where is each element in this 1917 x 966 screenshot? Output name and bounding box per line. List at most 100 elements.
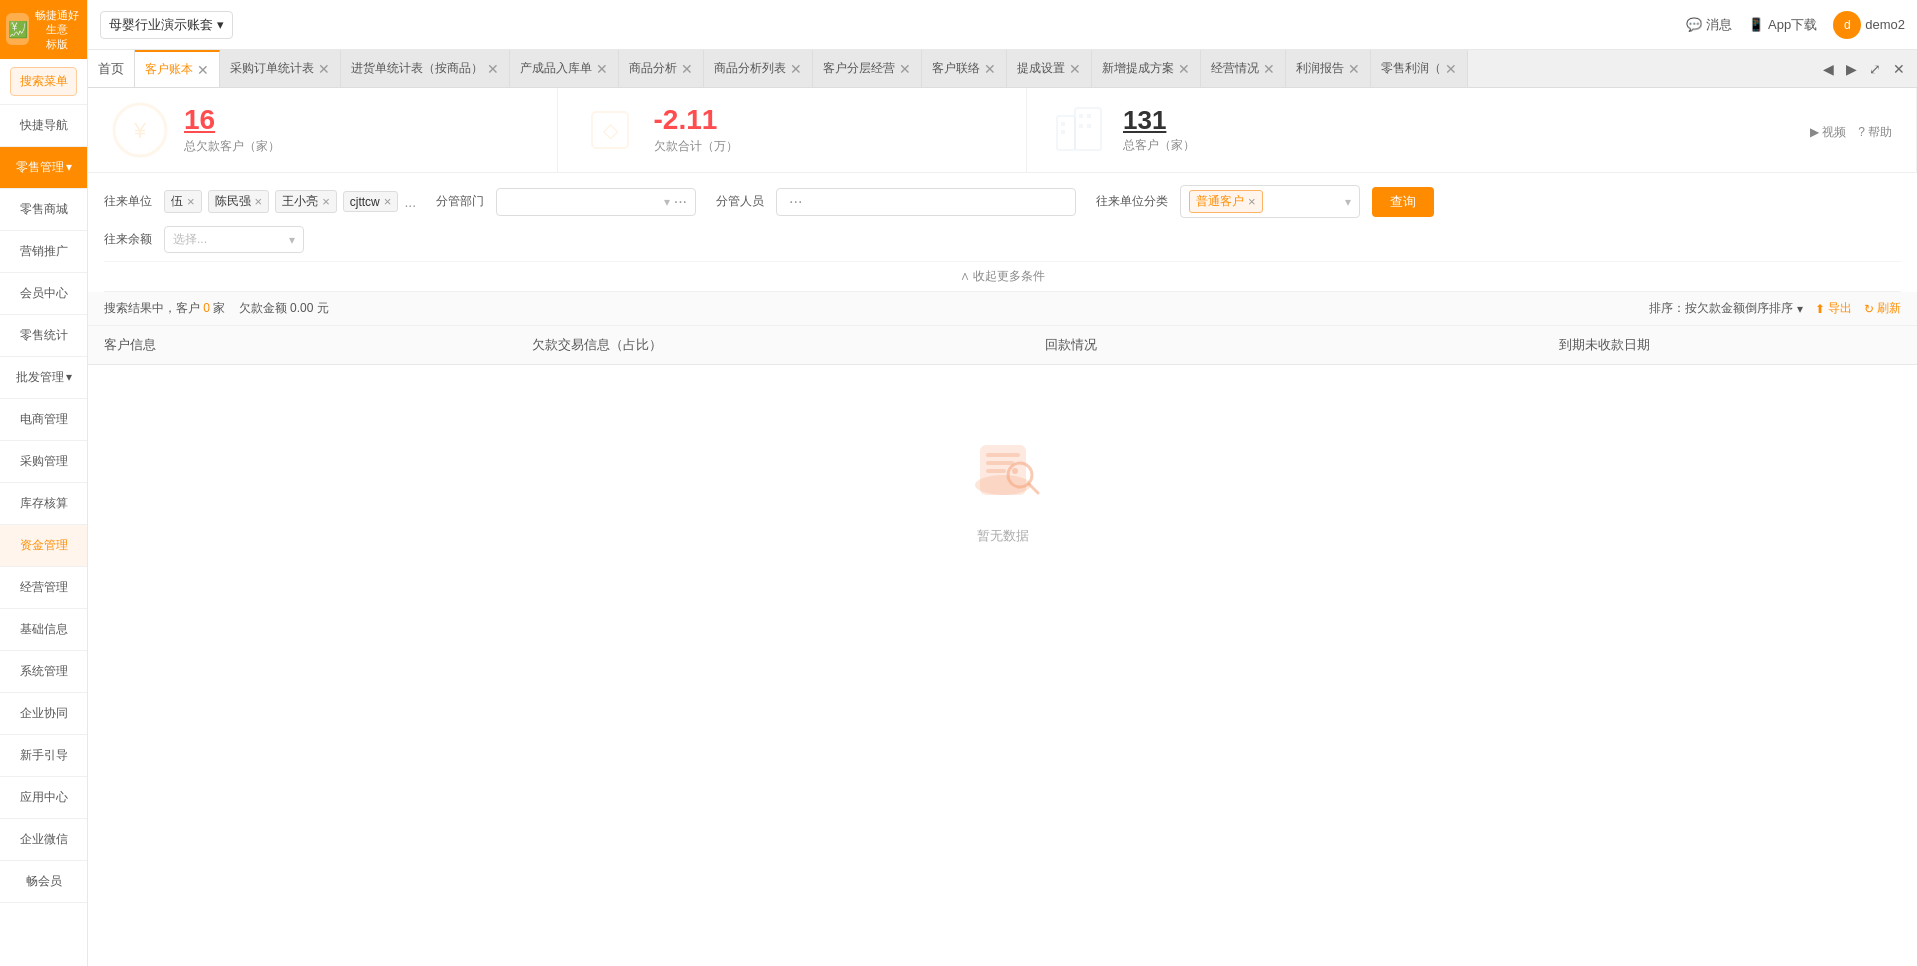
- unit-type-arrow: ▾: [1345, 195, 1351, 209]
- sidebar-item-new-guide[interactable]: 新手引导: [0, 735, 87, 777]
- unit-tag-close-3[interactable]: ×: [384, 194, 392, 209]
- tab-profit-report[interactable]: 利润报告 ✕: [1286, 50, 1371, 88]
- help-button[interactable]: ? 帮助: [1858, 124, 1892, 141]
- person-dropdown[interactable]: ···: [776, 188, 1076, 216]
- tab-close-ops-status[interactable]: ✕: [1263, 61, 1275, 77]
- tab-instock-stats[interactable]: 进货单统计表（按商品） ✕: [341, 50, 510, 88]
- sidebar-item-ops-mgmt[interactable]: 经营管理: [0, 567, 87, 609]
- tab-product-analysis-list[interactable]: 商品分析列表 ✕: [704, 50, 813, 88]
- tab-customer-contact[interactable]: 客户联络 ✕: [922, 50, 1007, 88]
- tab-home[interactable]: 首页: [88, 50, 135, 88]
- tab-customer-segment[interactable]: 客户分层经营 ✕: [813, 50, 922, 88]
- tab-close-new-plan[interactable]: ✕: [1178, 61, 1190, 77]
- tab-close-profit-report[interactable]: ✕: [1348, 61, 1360, 77]
- col-header-repayment: 回款情况: [1045, 336, 1558, 354]
- sidebar-item-member-vip[interactable]: 畅会员: [0, 861, 87, 903]
- tab-close-purchase-order[interactable]: ✕: [318, 61, 330, 77]
- tab-retail-profit[interactable]: 零售利润（ ✕: [1371, 50, 1468, 88]
- total-debt-label: 欠款合计（万）: [654, 138, 738, 155]
- tab-raise-settings[interactable]: 提成设置 ✕: [1007, 50, 1092, 88]
- tab-close-product-analysis[interactable]: ✕: [681, 61, 693, 77]
- message-button[interactable]: 💬 消息: [1686, 16, 1732, 34]
- unit-tag-close-0[interactable]: ×: [187, 194, 195, 209]
- table-wrapper: 客户信息 欠款交易信息（占比） 回款情况 到期未收款日期: [88, 326, 1917, 605]
- refresh-icon: ↻: [1864, 302, 1874, 316]
- tab-accounts-receivable[interactable]: 客户账本 ✕: [135, 50, 220, 88]
- tab-close-customer-contact[interactable]: ✕: [984, 61, 996, 77]
- tab-scroll-right[interactable]: ▶: [1842, 59, 1861, 79]
- sidebar-item-member-center[interactable]: 会员中心: [0, 273, 87, 315]
- stat-debt-values: -2.11 欠款合计（万）: [654, 106, 738, 155]
- sidebar-item-retail-stats[interactable]: 零售统计: [0, 315, 87, 357]
- unit-type-select[interactable]: 普通客户 × ▾: [1180, 185, 1360, 218]
- overdue-customers-number[interactable]: 16: [184, 106, 280, 134]
- dept-dropdown-arrow: ▾: [664, 195, 670, 209]
- results-actions: 排序：按欠款金额倒序排序 ▾ ⬆ 导出 ↻ 刷新: [1649, 300, 1901, 317]
- sidebar-item-corp-collab[interactable]: 企业协同: [0, 693, 87, 735]
- sidebar-item-wholesale-mgmt[interactable]: 批发管理 ▾: [0, 357, 87, 399]
- sidebar-item-basic-info[interactable]: 基础信息: [0, 609, 87, 651]
- export-button[interactable]: ⬆ 导出: [1815, 300, 1852, 317]
- sidebar-item-inventory[interactable]: 库存核算: [0, 483, 87, 525]
- dept-dropdown[interactable]: ▾ ···: [496, 188, 696, 216]
- sidebar-item-retail-mgmt[interactable]: 零售管理 ▾: [0, 147, 87, 189]
- filter-collapse-button[interactable]: ∧ 收起更多条件: [104, 261, 1901, 292]
- results-bar: 搜索结果中，客户 0 家 欠款金额 0.00 元 排序：按欠款金额倒序排序 ▾ …: [88, 292, 1917, 326]
- tab-new-plan[interactable]: 新增提成方案 ✕: [1092, 50, 1201, 88]
- tab-close-cost-in[interactable]: ✕: [596, 61, 608, 77]
- stat-overdue-customers: ¥ 16 总欠款客户（家）: [88, 88, 558, 172]
- tab-purchase-order-stats[interactable]: 采购订单统计表 ✕: [220, 50, 341, 88]
- unit-tag-close-1[interactable]: ×: [255, 194, 263, 209]
- tab-close-retail-profit[interactable]: ✕: [1445, 61, 1457, 77]
- svg-rect-6: [1061, 122, 1065, 126]
- stat-total-debt: ◇ -2.11 欠款合计（万）: [558, 88, 1028, 172]
- unit-tag-close-2[interactable]: ×: [322, 194, 330, 209]
- unit-type-selected-tag: 普通客户 ×: [1189, 190, 1263, 213]
- tab-close-raise-settings[interactable]: ✕: [1069, 61, 1081, 77]
- filter-row-1: 往来单位 伍 × 陈民强 × 王小亮 × cjttcw: [104, 185, 1901, 218]
- svg-rect-11: [1087, 124, 1091, 128]
- table-header: 客户信息 欠款交易信息（占比） 回款情况 到期未收款日期: [88, 326, 1917, 365]
- query-button[interactable]: 查询: [1372, 187, 1434, 217]
- tab-product-analysis[interactable]: 商品分析 ✕: [619, 50, 704, 88]
- sidebar-item-corp-wechat[interactable]: 企业微信: [0, 819, 87, 861]
- sidebar-item-retail-mall[interactable]: 零售商城: [0, 189, 87, 231]
- sidebar-item-app-center[interactable]: 应用中心: [0, 777, 87, 819]
- tab-close-instock[interactable]: ✕: [487, 61, 499, 77]
- empty-state: 暂无数据: [88, 365, 1917, 605]
- balance-filter-label: 往来余额: [104, 231, 152, 248]
- sidebar-item-quick-nav[interactable]: 快捷导航: [0, 105, 87, 147]
- account-selector[interactable]: 母婴行业演示账套 ▾: [100, 11, 233, 39]
- unit-tags-more[interactable]: ...: [404, 194, 416, 210]
- unit-type-tag-close[interactable]: ×: [1248, 194, 1256, 209]
- tab-maximize[interactable]: ⤢: [1865, 59, 1885, 79]
- tab-cost-in[interactable]: 产成品入库单 ✕: [510, 50, 619, 88]
- person-dots[interactable]: ···: [789, 193, 802, 211]
- tab-close-all[interactable]: ✕: [1889, 59, 1909, 79]
- sort-selector[interactable]: 排序：按欠款金额倒序排序 ▾: [1649, 300, 1803, 317]
- tab-close-product-list[interactable]: ✕: [790, 61, 802, 77]
- tab-close-customer-segment[interactable]: ✕: [899, 61, 911, 77]
- tabbar: 首页 客户账本 ✕ 采购订单统计表 ✕ 进货单统计表（按商品） ✕ 产成品入库单…: [88, 50, 1917, 88]
- svg-text:¥: ¥: [133, 118, 147, 143]
- user-avatar: d: [1833, 11, 1861, 39]
- user-menu[interactable]: d demo2: [1833, 11, 1905, 39]
- sidebar-item-purchase-mgmt[interactable]: 采购管理: [0, 441, 87, 483]
- sidebar-item-finance-mgmt[interactable]: 资金管理: [0, 525, 87, 567]
- balance-dropdown[interactable]: 选择... ▾: [164, 226, 304, 253]
- sidebar-item-ecom-mgmt[interactable]: 电商管理: [0, 399, 87, 441]
- sidebar-item-sys-mgmt[interactable]: 系统管理: [0, 651, 87, 693]
- app-download-button[interactable]: 📱 App下载: [1748, 16, 1817, 34]
- sidebar-item-marketing[interactable]: 营销推广: [0, 231, 87, 273]
- tab-scroll-left[interactable]: ◀: [1819, 59, 1838, 79]
- stat-actions: ▶ 视频 ? 帮助: [1810, 120, 1892, 141]
- tab-close-accounts-receivable[interactable]: ✕: [197, 62, 209, 78]
- refresh-button[interactable]: ↻ 刷新: [1864, 300, 1901, 317]
- dept-dots[interactable]: ···: [674, 193, 687, 211]
- sidebar-logo[interactable]: 💹 畅捷通好生意 标版: [0, 0, 87, 59]
- video-button[interactable]: ▶ 视频: [1810, 124, 1846, 141]
- col-header-date: 到期未收款日期: [1559, 336, 1901, 354]
- tab-ops-status[interactable]: 经营情况 ✕: [1201, 50, 1286, 88]
- search-menu-button[interactable]: 搜索菜单: [10, 67, 77, 96]
- total-customers-number[interactable]: 131: [1123, 107, 1195, 133]
